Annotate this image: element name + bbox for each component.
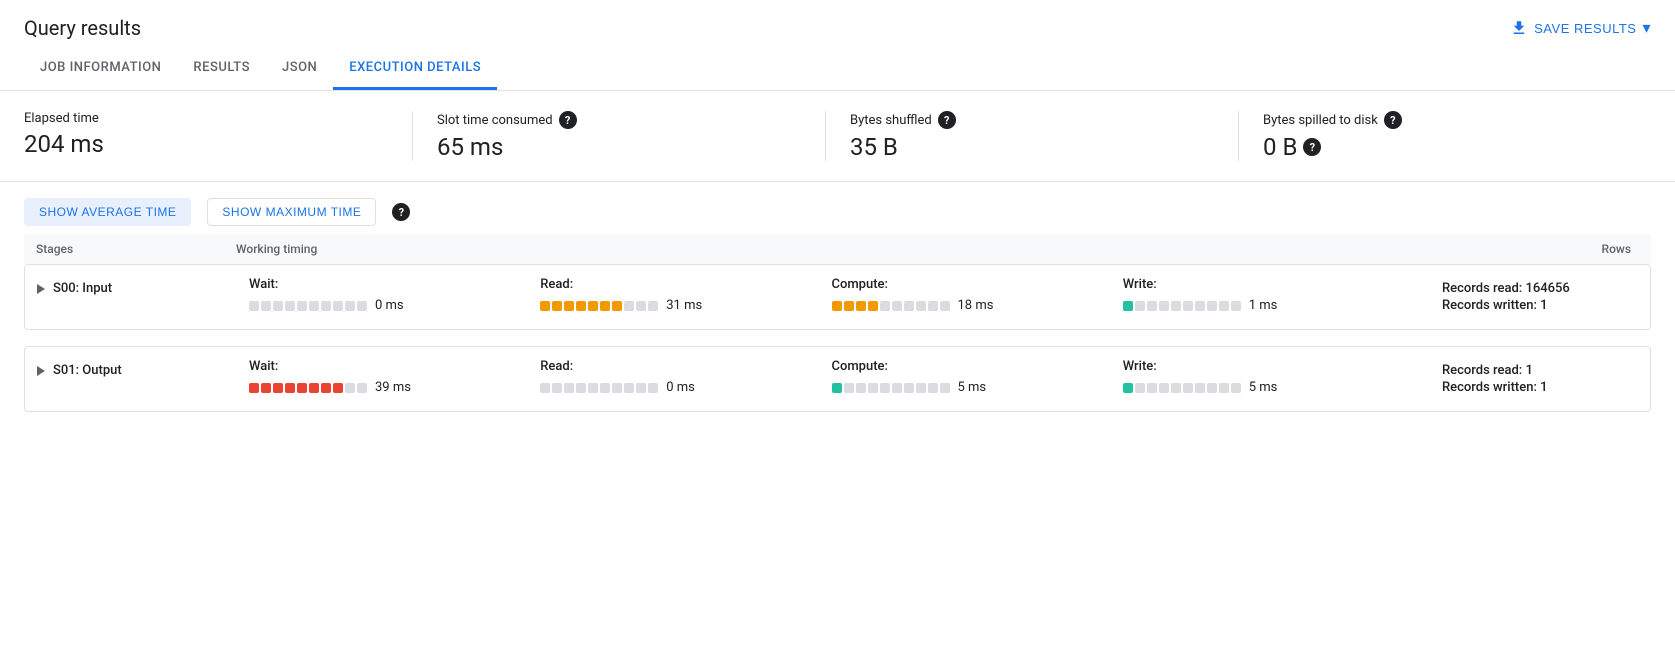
stage-s01-rows: Records read: 1 Records written: 1 bbox=[1430, 347, 1650, 411]
slot-time-help-icon[interactable]: ? bbox=[559, 111, 577, 129]
stage-s01-name: S01: Output bbox=[53, 363, 122, 378]
timing-col-header: Working timing bbox=[236, 242, 1419, 256]
metric-slot-time-label: Slot time consumed ? bbox=[437, 111, 801, 129]
stage-s00-write-bar bbox=[1123, 301, 1241, 311]
stage-s00-read-bar bbox=[540, 301, 658, 311]
stage-s01-compute-label: Compute: bbox=[832, 359, 1115, 374]
stages-col-header: Stages bbox=[36, 242, 236, 256]
stage-s00-write: Write: bbox=[1123, 277, 1406, 313]
metric-bytes-spilled: Bytes spilled to disk ? 0 B ? bbox=[1263, 111, 1651, 161]
stage-s01-compute-value: 5 ms bbox=[958, 380, 987, 395]
metric-bytes-shuffled-value: 35 B bbox=[850, 133, 1214, 161]
timing-help-icon[interactable]: ? bbox=[392, 203, 410, 221]
stage-s01-write-label: Write: bbox=[1123, 359, 1406, 374]
save-results-button[interactable]: SAVE RESULTS ▾ bbox=[1510, 18, 1651, 38]
metric-bytes-spilled-label: Bytes spilled to disk ? bbox=[1263, 111, 1627, 129]
stage-s00-records-written: Records written: 1 bbox=[1442, 298, 1638, 313]
metric-elapsed-time: Elapsed time 204 ms bbox=[24, 111, 412, 161]
stage-s01-write-value: 5 ms bbox=[1249, 380, 1278, 395]
stage-s00-name: S00: Input bbox=[53, 281, 112, 296]
stage-s00-wait-bar bbox=[249, 301, 367, 311]
save-results-label: SAVE RESULTS bbox=[1534, 21, 1636, 36]
stage-s01-timings: Wait: bbox=[225, 347, 1430, 411]
dropdown-arrow-icon: ▾ bbox=[1642, 18, 1651, 38]
stage-s00-wait-value: 0 ms bbox=[375, 298, 404, 313]
stage-s01-wait: Wait: bbox=[249, 359, 532, 395]
stage-s00-wait-label: Wait: bbox=[249, 277, 532, 292]
stage-s00-expand-icon[interactable] bbox=[37, 284, 45, 294]
metrics-row: Elapsed time 204 ms Slot time consumed ?… bbox=[0, 91, 1675, 182]
stage-s00-timings: Wait: bbox=[225, 265, 1430, 329]
bytes-spilled-help-icon[interactable]: ? bbox=[1384, 111, 1402, 129]
show-maximum-time-button[interactable]: SHOW MAXIMUM TIME bbox=[207, 198, 376, 226]
metric-bytes-shuffled-label: Bytes shuffled ? bbox=[850, 111, 1214, 129]
stage-s01-write-bar bbox=[1123, 383, 1241, 393]
stage-s01-wait-value: 39 ms bbox=[375, 380, 411, 395]
page-title: Query results bbox=[24, 16, 141, 40]
tab-job-information[interactable]: JOB INFORMATION bbox=[24, 48, 177, 90]
metric-bytes-spilled-value: 0 B ? bbox=[1263, 133, 1627, 161]
tab-bar: JOB INFORMATION RESULTS JSON EXECUTION D… bbox=[0, 48, 1675, 91]
metric-slot-time: Slot time consumed ? 65 ms bbox=[437, 111, 825, 161]
toggle-section: SHOW AVERAGE TIME SHOW MAXIMUM TIME ? bbox=[0, 182, 1675, 234]
tab-execution-details[interactable]: EXECUTION DETAILS bbox=[333, 48, 497, 90]
stage-s01-compute-bar bbox=[832, 383, 950, 393]
stages-table-header: Stages Working timing Rows bbox=[24, 234, 1651, 264]
metric-slot-time-value: 65 ms bbox=[437, 133, 801, 161]
stage-s01-write: Write: bbox=[1123, 359, 1406, 395]
metric-elapsed-time-value: 204 ms bbox=[24, 130, 388, 158]
tab-json[interactable]: JSON bbox=[266, 48, 333, 90]
stage-s00-read-label: Read: bbox=[540, 277, 823, 292]
stage-s01-read-value: 0 ms bbox=[666, 380, 695, 395]
metric-bytes-shuffled: Bytes shuffled ? 35 B bbox=[850, 111, 1238, 161]
stage-row-s00: S00: Input Wait: bbox=[24, 264, 1651, 330]
stage-s01-records-written: Records written: 1 bbox=[1442, 380, 1638, 395]
stage-s01-compute: Compute: bbox=[832, 359, 1115, 395]
stage-s01-read-label: Read: bbox=[540, 359, 823, 374]
stage-s01-expand-icon[interactable] bbox=[37, 366, 45, 376]
download-icon bbox=[1510, 19, 1528, 37]
stage-s00-compute-bar bbox=[832, 301, 950, 311]
stage-s01-wait-bar bbox=[249, 383, 367, 393]
bytes-spilled-value-help-icon[interactable]: ? bbox=[1303, 138, 1321, 156]
stage-s00-compute-label: Compute: bbox=[832, 277, 1115, 292]
rows-col-header: Rows bbox=[1419, 242, 1639, 256]
stage-s00-read: Read: bbox=[540, 277, 823, 313]
stage-s00-compute-value: 18 ms bbox=[958, 298, 994, 313]
stage-s01-read: Read: bbox=[540, 359, 823, 395]
stage-s00-write-label: Write: bbox=[1123, 277, 1406, 292]
stage-s00-compute: Compute: bbox=[832, 277, 1115, 313]
stage-s01-wait-label: Wait: bbox=[249, 359, 532, 374]
stage-s01-records-read: Records read: 1 bbox=[1442, 363, 1638, 378]
show-average-time-button[interactable]: SHOW AVERAGE TIME bbox=[24, 198, 191, 226]
stage-s00-rows: Records read: 164656 Records written: 1 bbox=[1430, 265, 1650, 329]
bytes-shuffled-help-icon[interactable]: ? bbox=[938, 111, 956, 129]
stage-s00-read-value: 31 ms bbox=[666, 298, 702, 313]
stage-s00-write-value: 1 ms bbox=[1249, 298, 1278, 313]
page-header: Query results SAVE RESULTS ▾ bbox=[0, 0, 1675, 48]
stage-s00-wait: Wait: bbox=[249, 277, 532, 313]
stage-s00-records-read: Records read: 164656 bbox=[1442, 281, 1638, 296]
stage-row-s01: S01: Output Wait: bbox=[24, 346, 1651, 412]
tab-results[interactable]: RESULTS bbox=[177, 48, 266, 90]
stages-table: Stages Working timing Rows S00: Input Wa… bbox=[0, 234, 1675, 412]
stage-s01-read-bar bbox=[540, 383, 658, 393]
metric-elapsed-time-label: Elapsed time bbox=[24, 111, 388, 126]
